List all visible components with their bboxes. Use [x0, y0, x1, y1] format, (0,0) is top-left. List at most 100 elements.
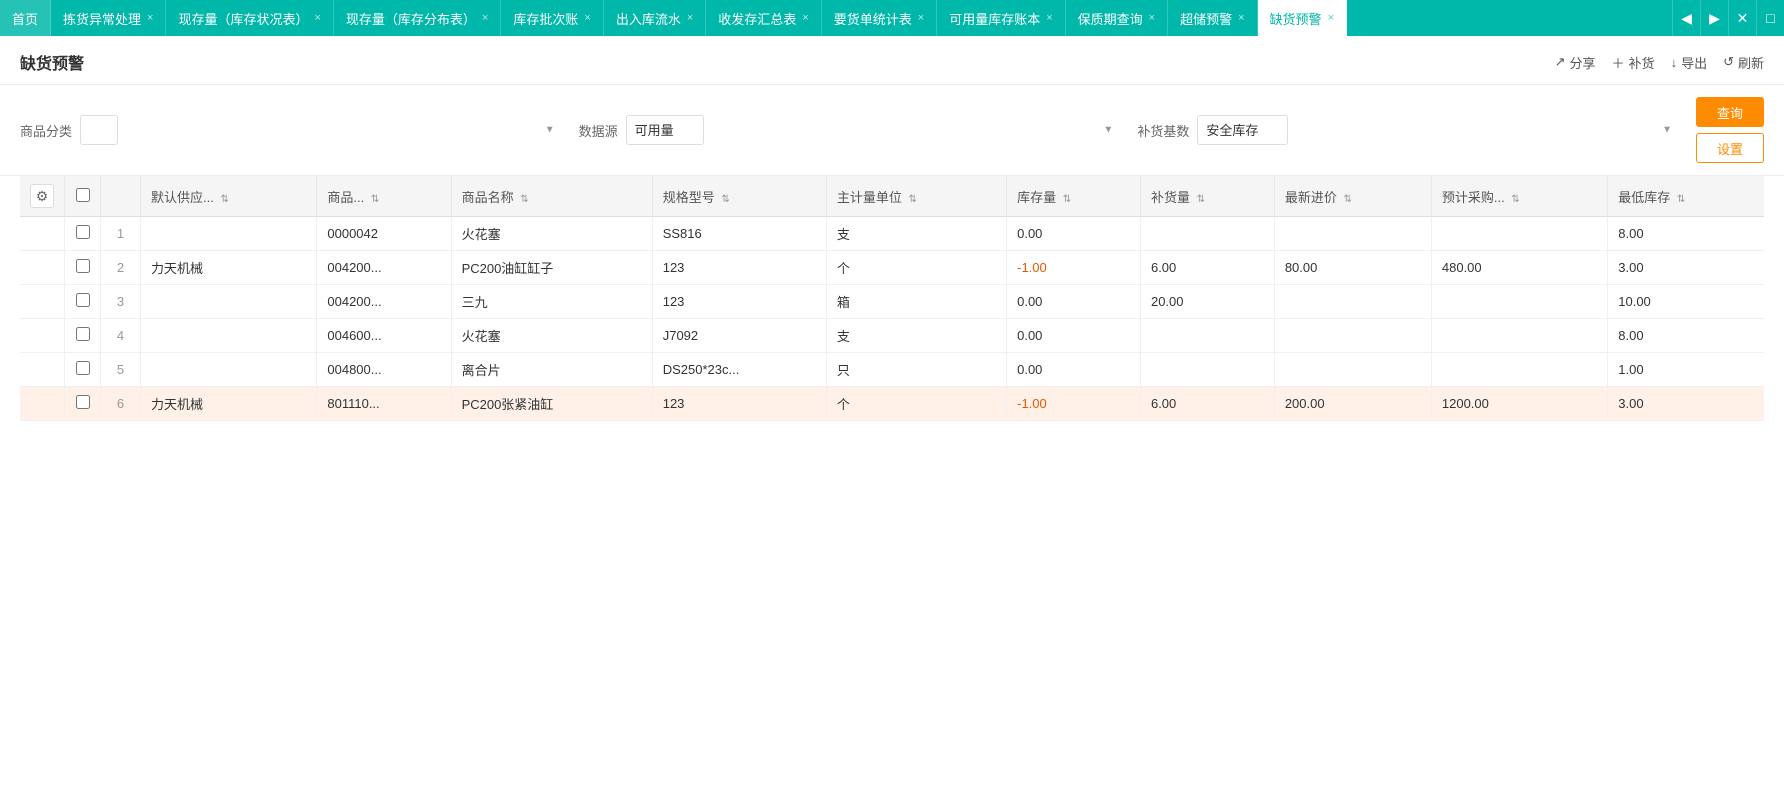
row-spec: 123: [652, 285, 826, 319]
row-number: 5: [101, 353, 141, 387]
tab-close-batch-ledger[interactable]: ×: [584, 12, 590, 24]
row-min-stock: 3.00: [1608, 251, 1764, 285]
row-gear-cell: [20, 319, 65, 353]
row-checkbox-3[interactable]: [76, 327, 90, 341]
tab-item-batch-ledger[interactable]: 库存批次账×: [501, 0, 603, 36]
column-checkbox-all[interactable]: [65, 176, 101, 217]
row-unit: 只: [826, 353, 1006, 387]
column-unit[interactable]: 主计量单位 ⇅: [826, 176, 1006, 217]
refresh-label: 刷新: [1738, 53, 1764, 72]
column-replenish-qty[interactable]: 补货量 ⇅: [1140, 176, 1274, 217]
column-settings-button[interactable]: ⚙: [30, 184, 54, 208]
tab-close-all-button[interactable]: ✕: [1728, 0, 1756, 36]
column-default-supplier[interactable]: 默认供应... ⇅: [141, 176, 317, 217]
row-estimated-purchase: 1200.00: [1431, 387, 1607, 421]
row-replenish-qty: [1140, 217, 1274, 251]
row-checkbox-4[interactable]: [76, 361, 90, 375]
row-latest-price: [1274, 285, 1431, 319]
tab-item-home[interactable]: 首页: [0, 0, 51, 36]
column-spec[interactable]: 规格型号 ⇅: [652, 176, 826, 217]
sort-icon-price: ⇅: [1343, 194, 1351, 205]
column-min-stock[interactable]: 最低库存 ⇅: [1608, 176, 1764, 217]
settings-button[interactable]: 设置: [1696, 133, 1764, 163]
tab-next-button[interactable]: ▶: [1700, 0, 1728, 36]
tab-item-order-stats[interactable]: 要货单统计表×: [822, 0, 937, 36]
row-gear-cell: [20, 251, 65, 285]
row-latest-price: 200.00: [1274, 387, 1431, 421]
row-stock-qty: 0.00: [1007, 285, 1141, 319]
column-product-name[interactable]: 商品名称 ⇅: [451, 176, 652, 217]
table-wrapper: ⚙ 默认供应... ⇅ 商品... ⇅ 商品名称: [0, 176, 1784, 421]
row-replenish-qty: 6.00: [1140, 387, 1274, 421]
row-checkbox-cell[interactable]: [65, 217, 101, 251]
row-checkbox-5[interactable]: [76, 395, 90, 409]
row-replenish-qty: 20.00: [1140, 285, 1274, 319]
tab-item-avail-ledger[interactable]: 可用量库存账本×: [937, 0, 1065, 36]
row-checkbox-1[interactable]: [76, 259, 90, 273]
tab-close-inout-flow[interactable]: ×: [687, 12, 693, 24]
row-checkbox-cell[interactable]: [65, 387, 101, 421]
column-stock-qty[interactable]: 库存量 ⇅: [1007, 176, 1141, 217]
query-button[interactable]: 查询: [1696, 97, 1764, 127]
category-select[interactable]: [80, 115, 118, 145]
column-default-supplier-label: 默认供应...: [151, 190, 214, 205]
tab-close-overstock[interactable]: ×: [1238, 12, 1244, 24]
replenish-button[interactable]: ＋ 补货: [1612, 53, 1655, 72]
row-min-stock: 8.00: [1608, 319, 1764, 353]
row-stock-qty: 0.00: [1007, 217, 1141, 251]
refresh-button[interactable]: ↺ 刷新: [1723, 53, 1764, 72]
tab-maximize-button[interactable]: □: [1756, 0, 1784, 36]
column-latest-price-label: 最新进价: [1285, 190, 1337, 205]
tab-close-recv-summary[interactable]: ×: [802, 12, 808, 24]
row-checkbox-cell[interactable]: [65, 353, 101, 387]
tab-item-inventory-status[interactable]: 现存量（库存状况表）×: [166, 0, 333, 36]
row-supplier: [141, 353, 317, 387]
tab-close-shortage[interactable]: ×: [1328, 12, 1334, 24]
tab-item-inventory-dist[interactable]: 现存量（库存分布表）×: [334, 0, 501, 36]
row-checkbox-0[interactable]: [76, 225, 90, 239]
tab-item-expiry-query[interactable]: 保质期查询×: [1066, 0, 1168, 36]
row-number: 1: [101, 217, 141, 251]
column-latest-price[interactable]: 最新进价 ⇅: [1274, 176, 1431, 217]
sort-icon-supplier: ⇅: [220, 194, 228, 205]
tab-item-exception[interactable]: 拣货异常处理×: [51, 0, 166, 36]
datasource-select[interactable]: 可用量: [626, 115, 704, 145]
row-stock-qty: -1.00: [1007, 387, 1141, 421]
shortage-table: ⚙ 默认供应... ⇅ 商品... ⇅ 商品名称: [20, 176, 1764, 421]
column-rownum: [101, 176, 141, 217]
tab-item-overstock[interactable]: 超储预警×: [1168, 0, 1257, 36]
replenish-base-filter-group: 补货基数 安全库存: [1137, 115, 1680, 145]
column-product-code[interactable]: 商品... ⇅: [317, 176, 451, 217]
row-checkbox-2[interactable]: [76, 293, 90, 307]
tab-close-avail-ledger[interactable]: ×: [1046, 12, 1052, 24]
row-checkbox-cell[interactable]: [65, 251, 101, 285]
row-spec: 123: [652, 387, 826, 421]
column-replenish-qty-label: 补货量: [1151, 190, 1190, 205]
table-row: 2 力天机械 004200... PC200油缸缸子 123 个 -1.00 6…: [20, 251, 1764, 285]
tab-close-exception[interactable]: ×: [147, 12, 153, 24]
row-min-stock: 10.00: [1608, 285, 1764, 319]
row-checkbox-cell[interactable]: [65, 285, 101, 319]
table-row: 6 力天机械 801110... PC200张紧油缸 123 个 -1.00 6…: [20, 387, 1764, 421]
column-gear[interactable]: ⚙: [20, 176, 65, 217]
tab-close-inventory-status[interactable]: ×: [314, 12, 320, 24]
share-button[interactable]: ↗ 分享: [1555, 53, 1596, 72]
tab-close-order-stats[interactable]: ×: [918, 12, 924, 24]
export-button[interactable]: ↓ 导出: [1671, 53, 1708, 72]
sort-icon-code: ⇅: [371, 194, 379, 205]
column-estimated-purchase[interactable]: 预计采购... ⇅: [1431, 176, 1607, 217]
row-estimated-purchase: [1431, 319, 1607, 353]
tab-item-recv-summary[interactable]: 收发存汇总表×: [706, 0, 821, 36]
column-product-name-label: 商品名称: [462, 190, 514, 205]
tab-item-shortage[interactable]: 缺货预警×: [1258, 0, 1347, 36]
row-product-name: PC200油缸缸子: [451, 251, 652, 285]
tab-close-inventory-dist[interactable]: ×: [482, 12, 488, 24]
sort-icon-estimated: ⇅: [1511, 194, 1519, 205]
tab-close-expiry-query[interactable]: ×: [1149, 12, 1155, 24]
row-checkbox-cell[interactable]: [65, 319, 101, 353]
replenish-base-select[interactable]: 安全库存: [1197, 115, 1288, 145]
tab-item-inout-flow[interactable]: 出入库流水×: [604, 0, 706, 36]
row-supplier: [141, 217, 317, 251]
select-all-checkbox[interactable]: [76, 188, 90, 202]
tab-prev-button[interactable]: ◀: [1672, 0, 1700, 36]
